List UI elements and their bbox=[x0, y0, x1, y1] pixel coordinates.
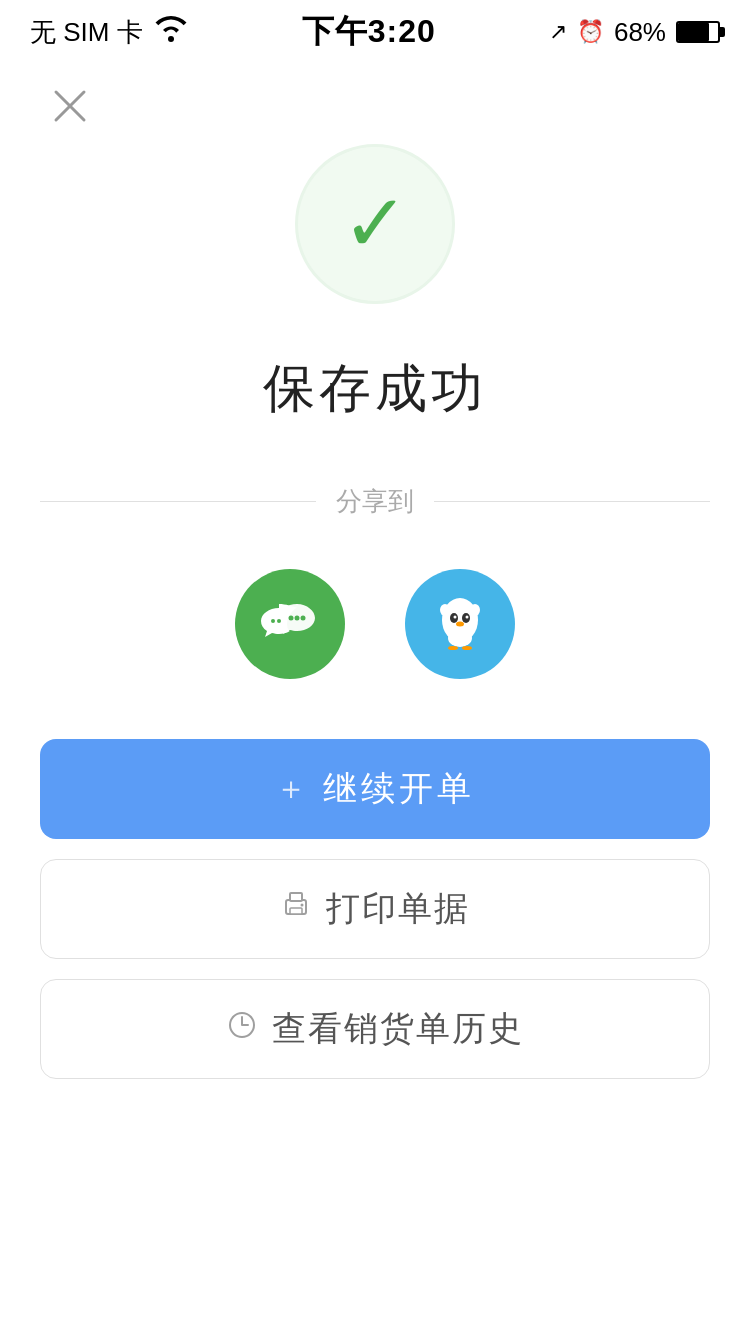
share-section: 分享到 bbox=[0, 484, 750, 679]
share-label: 分享到 bbox=[336, 484, 414, 519]
continue-button-label: 继续开单 bbox=[323, 766, 475, 812]
wechat-icon bbox=[259, 598, 321, 650]
history-button-label: 查看销货单历史 bbox=[272, 1006, 524, 1052]
svg-point-18 bbox=[440, 604, 450, 616]
svg-point-16 bbox=[448, 646, 458, 650]
share-icons bbox=[40, 569, 710, 679]
plus-icon: ＋ bbox=[275, 767, 309, 811]
alarm-icon: ⏰ bbox=[577, 19, 604, 45]
svg-point-5 bbox=[301, 616, 306, 621]
svg-point-7 bbox=[277, 619, 281, 623]
history-icon bbox=[226, 1009, 258, 1049]
continue-button[interactable]: ＋ 继续开单 bbox=[40, 739, 710, 839]
history-button[interactable]: 查看销货单历史 bbox=[40, 979, 710, 1079]
svg-point-19 bbox=[470, 604, 480, 616]
print-icon bbox=[280, 889, 312, 929]
svg-rect-22 bbox=[290, 908, 302, 914]
status-bar: 无 SIM 卡 下午3:20 ↗ ⏰ 68% bbox=[0, 0, 750, 64]
status-left: 无 SIM 卡 bbox=[30, 15, 189, 50]
svg-point-6 bbox=[271, 619, 275, 623]
close-button[interactable] bbox=[44, 80, 96, 132]
main-content: ✓ 保存成功 分享到 bbox=[0, 64, 750, 1079]
svg-point-4 bbox=[295, 616, 300, 621]
print-button[interactable]: 打印单据 bbox=[40, 859, 710, 959]
status-time: 下午3:20 bbox=[302, 10, 436, 54]
svg-point-3 bbox=[289, 616, 294, 621]
svg-point-17 bbox=[462, 646, 472, 650]
svg-rect-21 bbox=[290, 893, 302, 901]
no-sim-text: 无 SIM 卡 bbox=[30, 15, 143, 50]
battery-text: 68% bbox=[614, 17, 666, 48]
qq-icon bbox=[430, 592, 490, 656]
success-title: 保存成功 bbox=[263, 354, 487, 424]
battery-icon bbox=[676, 21, 720, 43]
svg-point-13 bbox=[466, 616, 469, 619]
success-icon-circle: ✓ bbox=[295, 144, 455, 304]
print-button-label: 打印单据 bbox=[326, 886, 470, 932]
checkmark-icon: ✓ bbox=[342, 184, 409, 264]
status-right: ↗ ⏰ 68% bbox=[549, 17, 720, 48]
share-divider: 分享到 bbox=[40, 484, 710, 519]
svg-point-12 bbox=[454, 616, 457, 619]
action-buttons: ＋ 继续开单 打印单据 查看销货单历史 bbox=[0, 739, 750, 1079]
wifi-icon bbox=[153, 16, 189, 49]
location-icon: ↗ bbox=[549, 19, 567, 45]
svg-point-23 bbox=[301, 904, 304, 907]
wechat-share-button[interactable] bbox=[235, 569, 345, 679]
qq-share-button[interactable] bbox=[405, 569, 515, 679]
svg-point-15 bbox=[448, 629, 472, 647]
svg-point-14 bbox=[456, 622, 464, 627]
